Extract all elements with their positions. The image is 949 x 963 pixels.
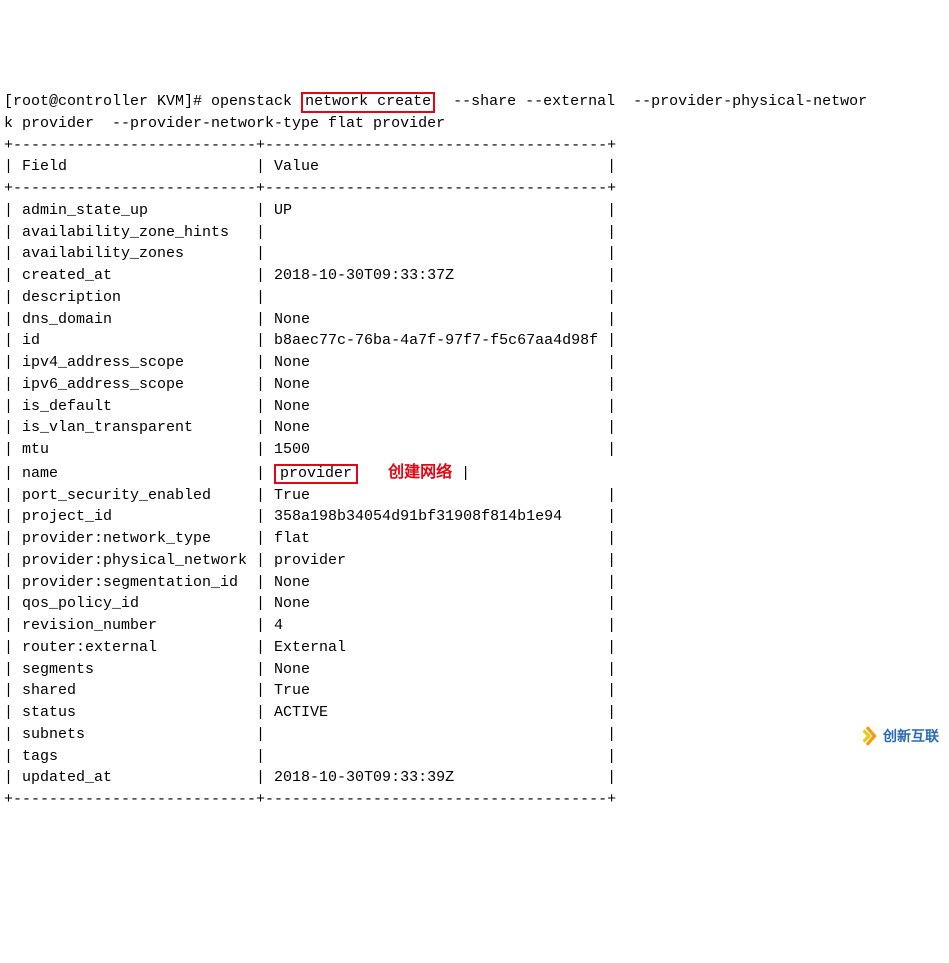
table-row: | provider:physical_network | provider | xyxy=(4,552,616,569)
table-row: | created_at | 2018-10-30T09:33:37Z | xyxy=(4,267,616,284)
logo-icon xyxy=(857,725,879,747)
terminal-output: [root@controller KVM]# openstack network… xyxy=(4,91,945,811)
table-row: | router:external | External | xyxy=(4,639,616,656)
table-row: | description | | xyxy=(4,289,616,306)
table-row: | status | ACTIVE | xyxy=(4,704,616,721)
table-row: | ipv4_address_scope | None | xyxy=(4,354,616,371)
watermark: 创新互联 xyxy=(857,725,939,747)
table-row: | mtu | 1500 | xyxy=(4,441,616,458)
table-row: | provider:segmentation_id | None | xyxy=(4,574,616,591)
table-row: | is_default | None | xyxy=(4,398,616,415)
command-args-1: --share --external --provider-physical-n… xyxy=(435,93,867,110)
table-border-top: +---------------------------+-----------… xyxy=(4,137,616,154)
annotation-text: 创建网络 xyxy=(388,461,452,484)
table-row: | revision_number | 4 | xyxy=(4,617,616,634)
table-row: | qos_policy_id | None | xyxy=(4,595,616,612)
table-row: | shared | True | xyxy=(4,682,616,699)
table-row: | is_vlan_transparent | None | xyxy=(4,419,616,436)
table-row: | name | provider创建网络 | xyxy=(4,465,470,482)
table-row: | admin_state_up | UP | xyxy=(4,202,616,219)
table-row: | tags | | xyxy=(4,748,616,765)
table-body: | admin_state_up | UP | | availability_z… xyxy=(4,202,616,787)
table-row: | availability_zones | | xyxy=(4,245,616,262)
table-row: | ipv6_address_scope | None | xyxy=(4,376,616,393)
highlighted-command: network create xyxy=(301,92,435,113)
highlighted-value: provider xyxy=(274,464,358,485)
table-row: | provider:network_type | flat | xyxy=(4,530,616,547)
table-row: | id | b8aec77c-76ba-4a7f-97f7-f5c67aa4d… xyxy=(4,332,616,349)
table-header-row: | Field | Value | xyxy=(4,158,616,175)
table-row: | subnets | | xyxy=(4,726,616,743)
table-row: | updated_at | 2018-10-30T09:33:39Z | xyxy=(4,769,616,786)
table-row: | project_id | 358a198b34054d91bf31908f8… xyxy=(4,508,616,525)
table-border-bottom: +---------------------------+-----------… xyxy=(4,791,616,808)
table-row: | segments | None | xyxy=(4,661,616,678)
table-row: | availability_zone_hints | | xyxy=(4,224,616,241)
table-row: | port_security_enabled | True | xyxy=(4,487,616,504)
shell-prompt: [root@controller KVM]# openstack xyxy=(4,93,301,110)
command-args-2: k provider --provider-network-type flat … xyxy=(4,115,445,132)
watermark-text: 创新互联 xyxy=(883,726,939,746)
table-row: | dns_domain | None | xyxy=(4,311,616,328)
table-border-mid: +---------------------------+-----------… xyxy=(4,180,616,197)
